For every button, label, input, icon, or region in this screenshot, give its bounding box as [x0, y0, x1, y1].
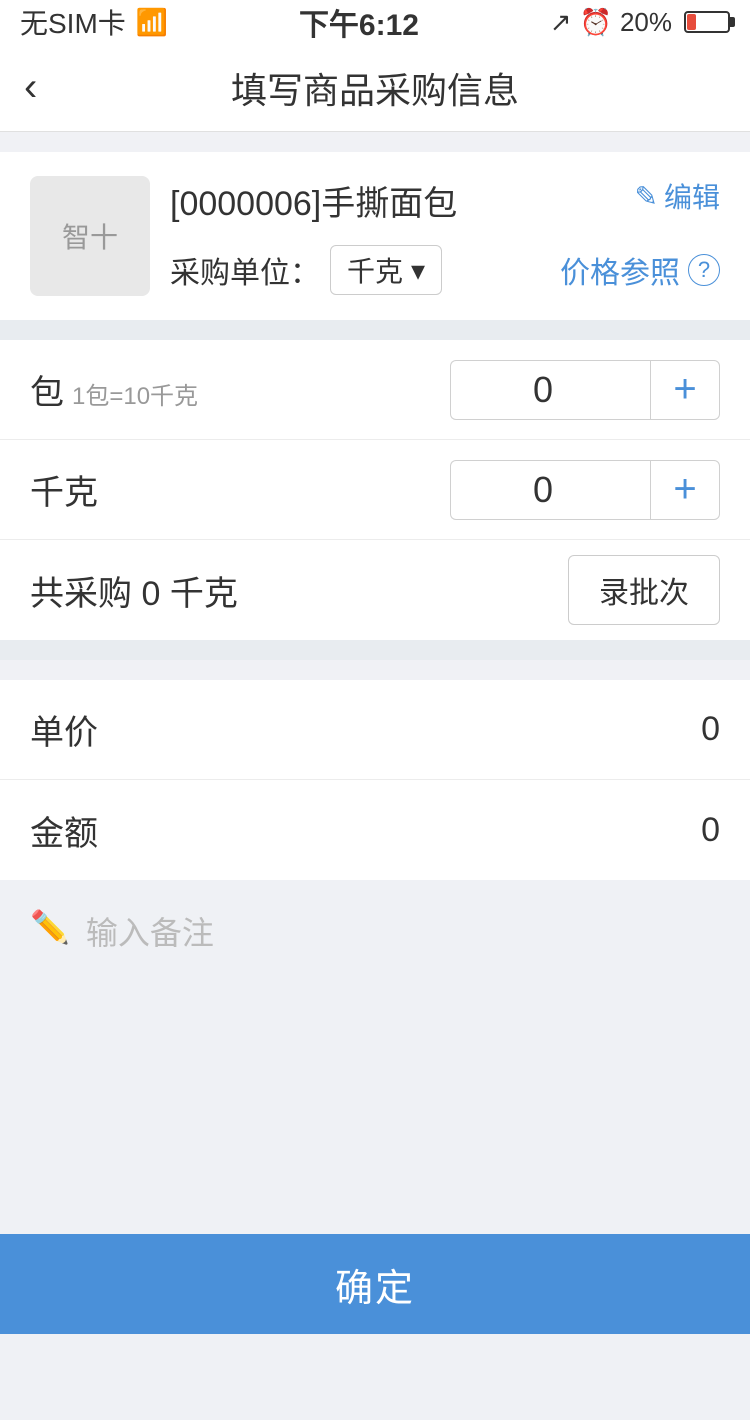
bao-input-wrap: + — [198, 360, 720, 420]
unit-price-label: 单价 — [30, 705, 98, 754]
price-ref-label: 价格参照 — [560, 248, 680, 292]
bao-input-row: 包1包=10千克 + — [0, 340, 750, 440]
product-header: [0000006]手撕面包 ✎ 编辑 — [170, 176, 720, 225]
status-bar: 无SIM卡 📶 下午6:12 ↗ ⏰ 20% — [0, 0, 750, 44]
summary-unit: 千克 — [170, 575, 238, 613]
amount-row: 金额 0 — [0, 780, 750, 880]
battery-icon — [684, 11, 730, 33]
page-title: 填写商品采购信息 — [231, 62, 519, 114]
status-time: 下午6:12 — [299, 0, 419, 44]
price-ref-button[interactable]: 价格参照 ? — [560, 248, 720, 292]
bao-sub-label: 1包=10千克 — [72, 383, 198, 410]
notes-section[interactable]: ✏️ 输入备注 — [0, 880, 750, 1080]
record-batch-button[interactable]: 录批次 — [568, 555, 720, 625]
nav-bar: ‹ 填写商品采购信息 — [0, 44, 750, 132]
unit-label: 采购单位： — [170, 248, 320, 292]
section-divider-1 — [0, 320, 750, 340]
price-info-section: 单价 0 金额 0 — [0, 680, 750, 880]
location-icon: ↗ — [550, 7, 572, 38]
bao-plus-button[interactable]: + — [650, 360, 720, 420]
summary-row: 共采购 0 千克 录批次 — [0, 540, 750, 640]
status-left: 无SIM卡 📶 — [20, 2, 168, 42]
quantity-input-section: 包1包=10千克 + 千克 + — [0, 340, 750, 540]
back-button[interactable]: ‹ — [24, 65, 37, 110]
product-info: [0000006]手撕面包 ✎ 编辑 采购单位： 千克 ▾ 价格参照 ? — [170, 176, 720, 295]
kg-label: 千克 — [30, 465, 190, 514]
unit-select[interactable]: 千克 ▾ — [330, 245, 442, 295]
price-ref-icon: ? — [688, 254, 720, 286]
product-thumbnail: 智十 — [30, 176, 150, 296]
edit-label: 编辑 — [664, 176, 720, 216]
unit-price-value: 0 — [701, 710, 720, 749]
carrier-label: 无SIM卡 — [20, 2, 126, 42]
notes-placeholder: 输入备注 — [86, 908, 214, 954]
kg-plus-button[interactable]: + — [650, 460, 720, 520]
kg-input-wrap: + — [190, 460, 720, 520]
product-unit-row: 采购单位： 千克 ▾ 价格参照 ? — [170, 245, 720, 295]
edit-icon: ✎ — [635, 180, 658, 213]
bao-quantity-input[interactable] — [450, 360, 650, 420]
product-name: [0000006]手撕面包 — [170, 176, 457, 225]
wifi-icon: 📶 — [136, 7, 168, 38]
product-logo-text: 智十 — [62, 216, 118, 256]
bao-label: 包1包=10千克 — [30, 365, 198, 414]
unit-price-row: 单价 0 — [0, 680, 750, 780]
amount-label: 金额 — [30, 806, 98, 855]
amount-value: 0 — [701, 811, 720, 850]
unit-value: 千克 — [347, 250, 403, 290]
page-bottom-pad — [0, 1320, 750, 1420]
status-right: ↗ ⏰ 20% — [550, 7, 730, 38]
product-card: 智十 [0000006]手撕面包 ✎ 编辑 采购单位： 千克 ▾ 价格参照 ? — [0, 152, 750, 320]
unit-dropdown-icon: ▾ — [411, 254, 425, 287]
edit-button[interactable]: ✎ 编辑 — [635, 176, 720, 216]
kg-quantity-input[interactable] — [450, 460, 650, 520]
battery-percent: 20% — [620, 7, 672, 38]
confirm-button[interactable]: 确定 — [0, 1234, 750, 1334]
summary-text: 共采购 0 千克 — [30, 566, 238, 615]
summary-value: 0 — [141, 575, 160, 613]
notes-icon: ✏️ — [30, 908, 70, 946]
alarm-icon: ⏰ — [580, 7, 612, 38]
section-divider-2 — [0, 640, 750, 660]
kg-input-row: 千克 + — [0, 440, 750, 540]
summary-label: 共采购 — [30, 575, 132, 613]
